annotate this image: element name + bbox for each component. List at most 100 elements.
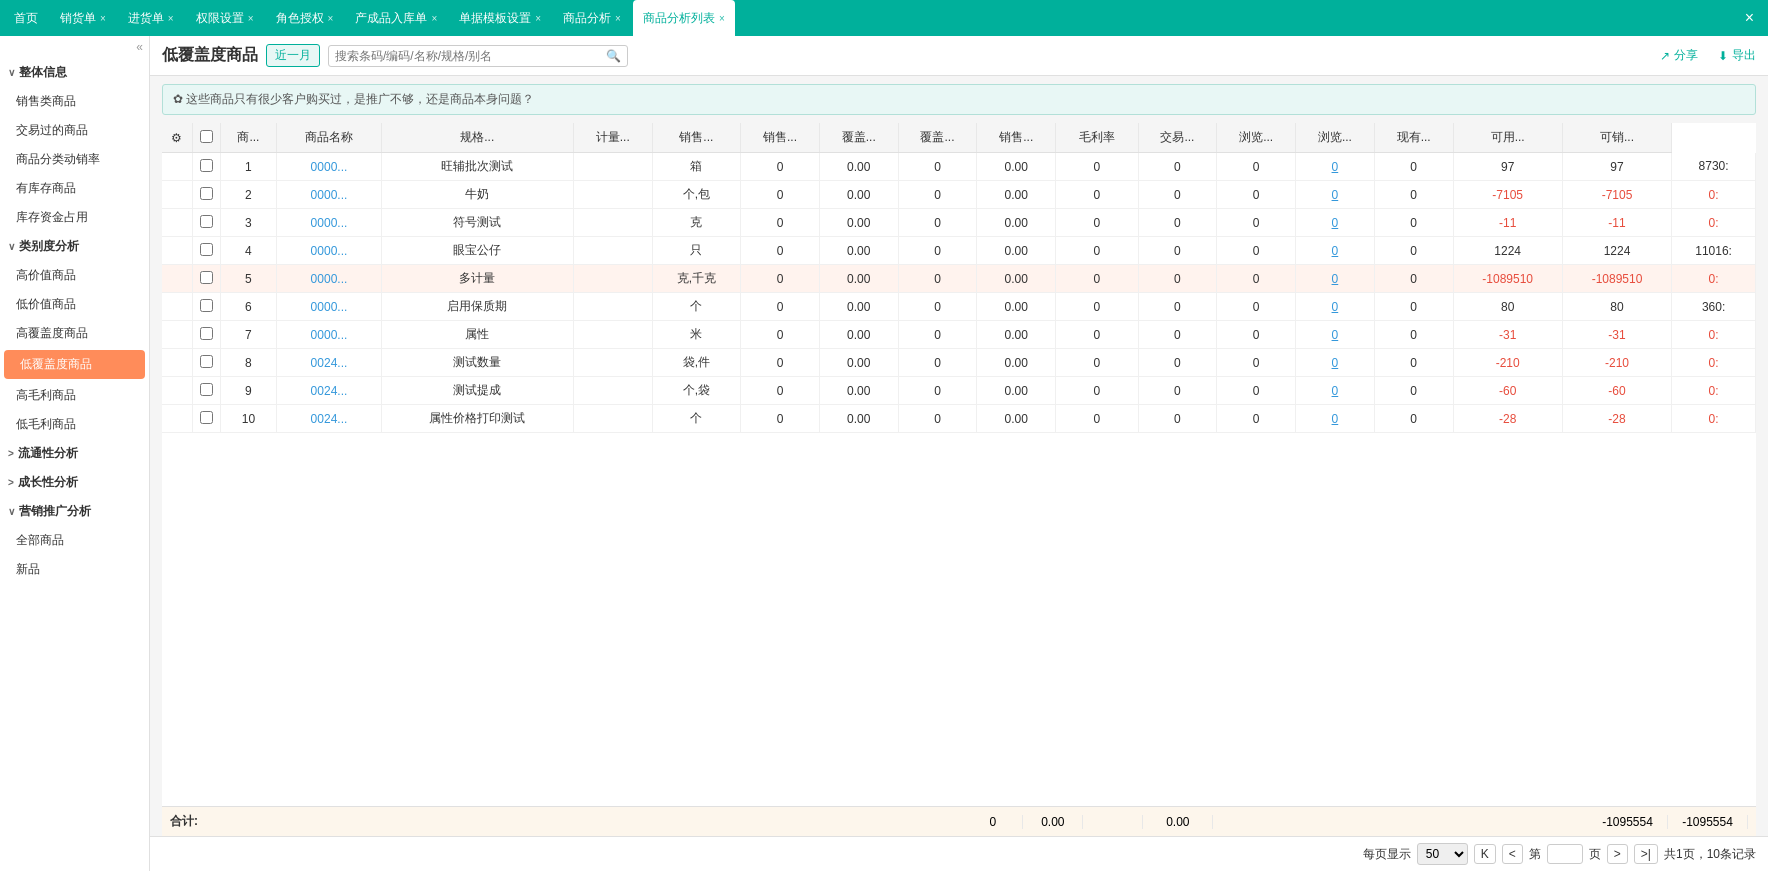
nav-item-warehouse[interactable]: 产成品入库单 × — [345, 0, 447, 36]
sidebar-item-capital[interactable]: 库存资金占用 — [0, 203, 149, 232]
sidebar-item-high-margin[interactable]: 高毛利商品 — [0, 381, 149, 410]
col-checkbox[interactable] — [192, 123, 220, 153]
cell-checkbox[interactable] — [192, 153, 220, 181]
sidebar-section-liquidity[interactable]: > 流通性分析 — [0, 439, 149, 468]
col-gross: 毛利率 — [1056, 123, 1138, 153]
row-checkbox[interactable] — [200, 243, 213, 256]
page-label: 第 — [1529, 846, 1541, 863]
select-all-checkbox[interactable] — [200, 130, 213, 143]
first-page-btn[interactable]: K — [1474, 844, 1496, 864]
cell-name: 测试数量 — [381, 349, 573, 377]
sidebar-item-low-margin[interactable]: 低毛利商品 — [0, 410, 149, 439]
row-checkbox[interactable] — [200, 159, 213, 172]
cell-view1[interactable]: 0 — [1296, 405, 1375, 433]
cell-settings — [162, 321, 192, 349]
row-checkbox[interactable] — [200, 383, 213, 396]
sidebar-item-low-coverage[interactable]: 低覆盖度商品 — [4, 350, 145, 379]
row-checkbox[interactable] — [200, 215, 213, 228]
cell-checkbox[interactable] — [192, 265, 220, 293]
nav-close-permission[interactable]: × — [248, 13, 254, 24]
sidebar-section-marketing[interactable]: ∨ 营销推广分析 — [0, 497, 149, 526]
row-checkbox[interactable] — [200, 271, 213, 284]
page-size-label: 每页显示 — [1363, 846, 1411, 863]
sidebar-item-high-value[interactable]: 高价值商品 — [0, 261, 149, 290]
nav-close-template[interactable]: × — [535, 13, 541, 24]
nav-item-analysis-list[interactable]: 商品分析列表 × — [633, 0, 735, 36]
nav-close-analysis-list[interactable]: × — [719, 13, 725, 24]
nav-close-role[interactable]: × — [328, 13, 334, 24]
sidebar-section-growth[interactable]: > 成长性分析 — [0, 468, 149, 497]
cell-view1[interactable]: 0 — [1296, 181, 1375, 209]
cell-checkbox[interactable] — [192, 293, 220, 321]
sidebar-section-overall[interactable]: ∨ 整体信息 — [0, 58, 149, 87]
row-checkbox[interactable] — [200, 355, 213, 368]
cell-checkbox[interactable] — [192, 237, 220, 265]
row-checkbox[interactable] — [200, 327, 213, 340]
prev-page-btn[interactable]: < — [1502, 844, 1523, 864]
cell-spec — [573, 237, 652, 265]
window-close-button[interactable]: × — [1735, 9, 1764, 27]
nav-item-role[interactable]: 角色授权 × — [266, 0, 344, 36]
share-btn[interactable]: ↗ 分享 — [1660, 47, 1698, 64]
table-row: 5 0000... 多计量 克,千克 0 0.00 0 0.00 0 0 0 0… — [162, 265, 1756, 293]
cell-checkbox[interactable] — [192, 377, 220, 405]
cell-view1[interactable]: 0 — [1296, 321, 1375, 349]
nav-item-template[interactable]: 单据模板设置 × — [449, 0, 551, 36]
cell-checkbox[interactable] — [192, 349, 220, 377]
nav-close-purchase[interactable]: × — [168, 13, 174, 24]
nav-close-sales[interactable]: × — [100, 13, 106, 24]
sidebar-section-category[interactable]: ∨ 类别度分析 — [0, 232, 149, 261]
cell-view1[interactable]: 0 — [1296, 209, 1375, 237]
cell-view1[interactable]: 0 — [1296, 153, 1375, 181]
cell-checkbox[interactable] — [192, 181, 220, 209]
cell-stock2: -210 — [1562, 349, 1671, 377]
col-cover1: 覆盖... — [819, 123, 898, 153]
cell-checkbox[interactable] — [192, 405, 220, 433]
cell-view1[interactable]: 0 — [1296, 377, 1375, 405]
cell-settings — [162, 265, 192, 293]
nav-close-analysis[interactable]: × — [615, 13, 621, 24]
sidebar-item-all-products[interactable]: 全部商品 — [0, 526, 149, 555]
page-number-input[interactable]: 1 — [1547, 844, 1583, 864]
cell-name: 多计量 — [381, 265, 573, 293]
sidebar-item-high-coverage[interactable]: 高覆盖度商品 — [0, 319, 149, 348]
search-input[interactable] — [335, 49, 602, 63]
cell-checkbox[interactable] — [192, 321, 220, 349]
cell-view1[interactable]: 0 — [1296, 293, 1375, 321]
export-btn[interactable]: ⬇ 导出 — [1718, 47, 1756, 64]
nav-item-home[interactable]: 首页 — [4, 0, 48, 36]
cell-sales3: 0 — [1056, 377, 1138, 405]
row-checkbox[interactable] — [200, 187, 213, 200]
nav-item-permission[interactable]: 权限设置 × — [186, 0, 264, 36]
cell-cover1: 0 — [898, 153, 977, 181]
col-settings[interactable]: ⚙ — [162, 123, 192, 153]
sidebar-collapse-btn[interactable]: « — [0, 36, 149, 58]
cell-checkbox[interactable] — [192, 209, 220, 237]
next-page-btn[interactable]: > — [1607, 844, 1628, 864]
nav-close-warehouse[interactable]: × — [431, 13, 437, 24]
nav-item-purchase[interactable]: 进货单 × — [118, 0, 184, 36]
sidebar-item-category-rate[interactable]: 商品分类动销率 — [0, 145, 149, 174]
sidebar-item-traded[interactable]: 交易过的商品 — [0, 116, 149, 145]
nav-item-sales[interactable]: 销货单 × — [50, 0, 116, 36]
row-checkbox[interactable] — [200, 411, 213, 424]
cell-view1[interactable]: 0 — [1296, 265, 1375, 293]
table-row: 9 0024... 测试提成 个,袋 0 0.00 0 0.00 0 0 0 0… — [162, 377, 1756, 405]
cell-stock1: 97 — [1453, 153, 1562, 181]
cell-sales3: 0 — [1056, 405, 1138, 433]
cell-trade: 0 — [1217, 153, 1296, 181]
sidebar-item-low-value[interactable]: 低价值商品 — [0, 290, 149, 319]
sidebar-item-instock[interactable]: 有库存商品 — [0, 174, 149, 203]
page-size-select[interactable]: 50 20 100 — [1417, 843, 1468, 865]
last-page-btn[interactable]: >| — [1634, 844, 1658, 864]
row-checkbox[interactable] — [200, 299, 213, 312]
cell-view1[interactable]: 0 — [1296, 237, 1375, 265]
search-icon[interactable]: 🔍 — [606, 49, 621, 63]
cell-stock3: 0: — [1672, 405, 1756, 433]
time-filter-btn[interactable]: 近一月 — [266, 44, 320, 67]
nav-item-analysis[interactable]: 商品分析 × — [553, 0, 631, 36]
cell-spec — [573, 349, 652, 377]
sidebar-item-new-products[interactable]: 新品 — [0, 555, 149, 584]
sidebar-item-sales-products[interactable]: 销售类商品 — [0, 87, 149, 116]
cell-view1[interactable]: 0 — [1296, 349, 1375, 377]
